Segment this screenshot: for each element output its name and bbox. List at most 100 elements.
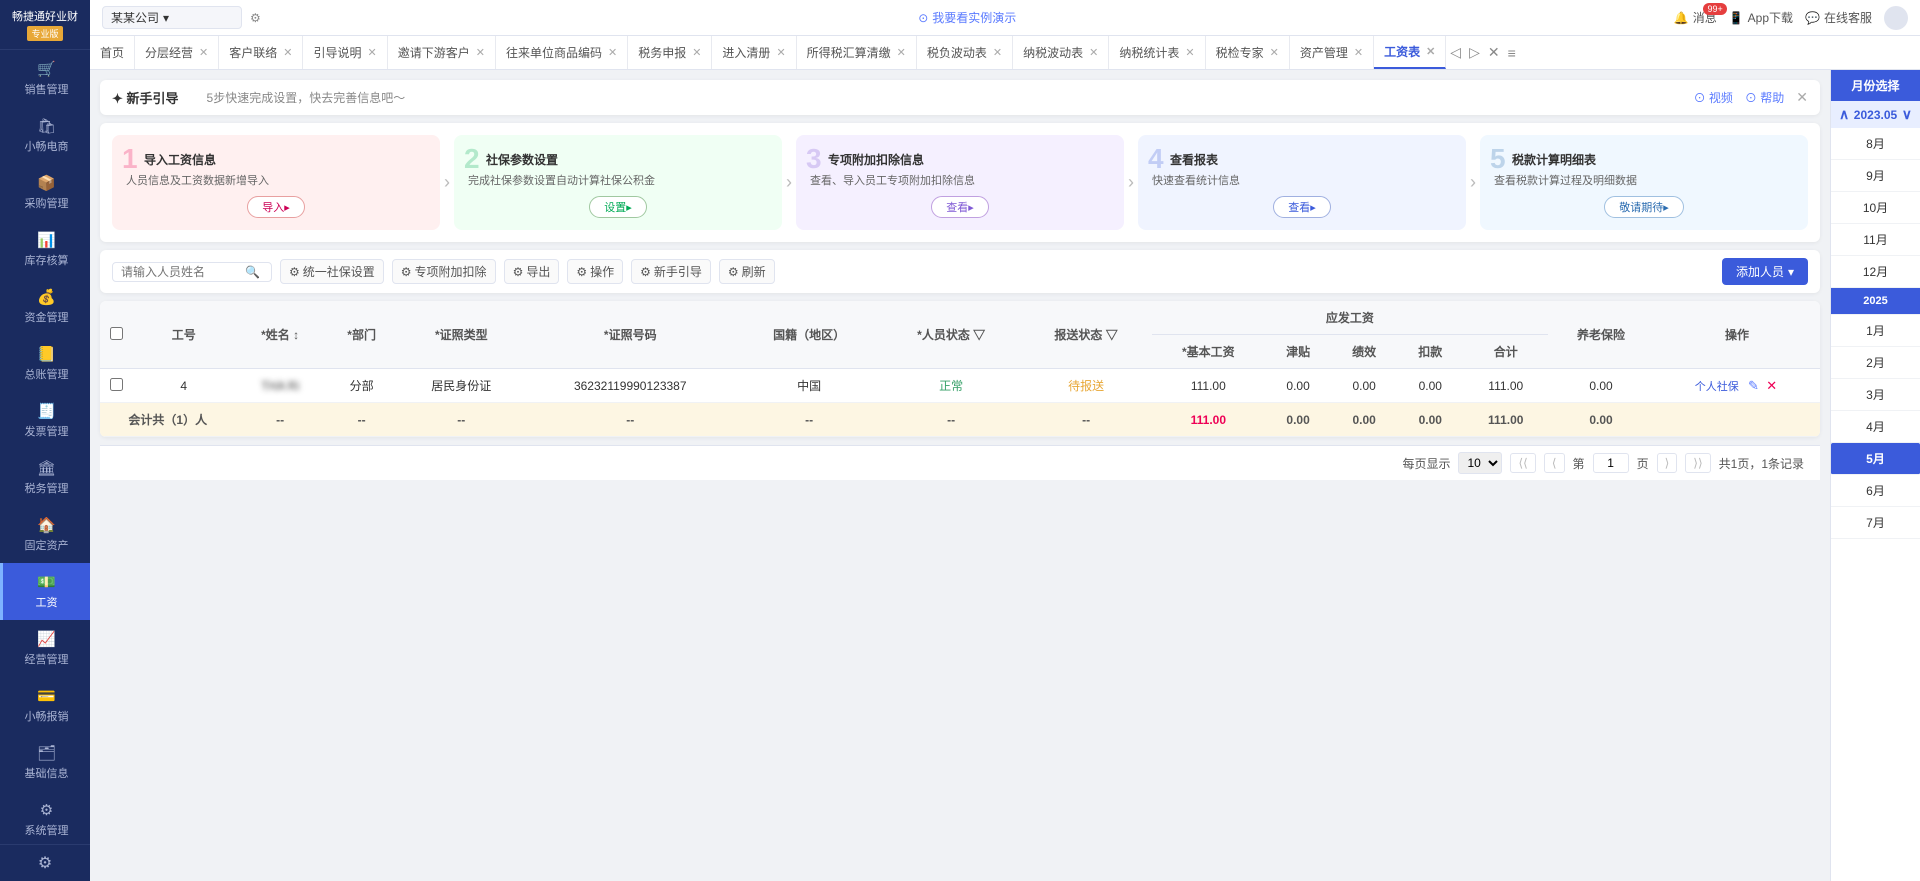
tab-10[interactable]: 纳税波动表✕: [1013, 36, 1109, 69]
demo-link[interactable]: ⊙ 我要看实例演示: [918, 9, 1016, 26]
employee-name[interactable]: THA Ri: [261, 379, 299, 393]
month-item-1月[interactable]: 1月: [1831, 315, 1920, 347]
month-item-prev-11月[interactable]: 11月: [1831, 224, 1920, 256]
sidebar-item-tax[interactable]: 🏛税务管理: [0, 449, 90, 506]
month-item-4月[interactable]: 4月: [1831, 411, 1920, 443]
tab-nav-btn-2[interactable]: ✕: [1484, 44, 1504, 61]
guide-help-link[interactable]: ⊙ 帮助: [1745, 89, 1784, 106]
sidebar-item-assets[interactable]: 🏠固定资产: [0, 506, 90, 563]
toolbar: 🔍 ⚙统一社保设置⚙专项附加扣除⚙导出⚙操作⚙新手引导⚙刷新 添加人员 ▾: [100, 250, 1820, 293]
app-download-button[interactable]: 📱 App下载: [1729, 9, 1793, 26]
sidebar-item-invoice[interactable]: 🧾发票管理: [0, 392, 90, 449]
tab-close-icon[interactable]: ✕: [368, 46, 377, 59]
month-item-6月[interactable]: 6月: [1831, 475, 1920, 507]
tab-11[interactable]: 纳税统计表✕: [1109, 36, 1205, 69]
tab-9[interactable]: 税负波动表✕: [917, 36, 1013, 69]
page-content: ✦ 新手引导 5步快速完成设置，快去完善信息吧～ ⊙ 视频 ⊙ 帮助 ✕ 1 导…: [90, 70, 1830, 881]
settings-icon-top[interactable]: ⚙: [250, 11, 261, 25]
tab-close-icon[interactable]: ✕: [1426, 45, 1435, 58]
tab-4[interactable]: 邀请下游客户✕: [388, 36, 496, 69]
sidebar-item-basic[interactable]: 🗂基础信息: [0, 734, 90, 791]
tab-5[interactable]: 往来单位商品编码✕: [496, 36, 628, 69]
month-item-5月[interactable]: 5月: [1831, 443, 1920, 475]
tab-close-icon[interactable]: ✕: [283, 46, 292, 59]
personal-insurance-link[interactable]: 个人社保: [1695, 381, 1739, 393]
step-btn-3[interactable]: 查看▸: [931, 196, 989, 218]
month-item-prev-8月[interactable]: 8月: [1831, 128, 1920, 160]
sidebar-item-salary[interactable]: 💵工资: [0, 563, 90, 620]
month-item-prev-10月[interactable]: 10月: [1831, 192, 1920, 224]
tab-1[interactable]: 分层经营✕: [135, 36, 219, 69]
month-item-prev-9月[interactable]: 9月: [1831, 160, 1920, 192]
step-btn-2[interactable]: 设置▸: [589, 196, 647, 218]
tab-close-icon[interactable]: ✕: [1089, 46, 1098, 59]
tab-0[interactable]: 首页: [90, 36, 135, 69]
settings-icon[interactable]: ⚙: [38, 853, 52, 873]
tab-close-icon[interactable]: ✕: [199, 46, 208, 59]
tab-3[interactable]: 引导说明✕: [303, 36, 387, 69]
search-input[interactable]: [121, 265, 241, 279]
online-service-button[interactable]: 💬 在线客服: [1805, 9, 1872, 26]
tab-14[interactable]: 工资表✕: [1374, 36, 1446, 69]
tab-close-icon[interactable]: ✕: [993, 46, 1002, 59]
toolbar-action-3[interactable]: ⚙操作: [567, 259, 623, 284]
first-page-button[interactable]: ⟨⟨: [1510, 453, 1535, 473]
step-btn-4[interactable]: 查看▸: [1273, 196, 1331, 218]
toolbar-action-1[interactable]: ⚙专项附加扣除: [392, 259, 496, 284]
tab-6[interactable]: 税务申报✕: [628, 36, 712, 69]
tab-close-icon[interactable]: ✕: [1270, 46, 1279, 59]
delete-icon[interactable]: ✕: [1766, 378, 1777, 393]
sidebar-item-ecommerce[interactable]: 🛍小畅电商: [0, 107, 90, 164]
tab-nav-btn-0[interactable]: ◁: [1446, 44, 1465, 61]
add-employee-button[interactable]: 添加人员 ▾: [1722, 258, 1808, 285]
month-item-2月[interactable]: 2月: [1831, 347, 1920, 379]
sidebar-item-operation[interactable]: 📈经营管理: [0, 620, 90, 677]
tab-close-icon[interactable]: ✕: [476, 46, 485, 59]
month-item-3月[interactable]: 3月: [1831, 379, 1920, 411]
sidebar-item-ledger[interactable]: 📒总账管理: [0, 335, 90, 392]
avatar[interactable]: [1884, 6, 1908, 30]
toolbar-action-2[interactable]: ⚙导出: [504, 259, 560, 284]
tab-8[interactable]: 所得税汇算清缴✕: [797, 36, 917, 69]
sidebar-item-capital[interactable]: 💰资金管理: [0, 278, 90, 335]
tab-7[interactable]: 进入清册✕: [712, 36, 796, 69]
tab-nav-btn-3[interactable]: ≡: [1504, 45, 1520, 61]
sidebar-item-sales[interactable]: 🛒销售管理: [0, 50, 90, 107]
guide-video-link[interactable]: ⊙ 视频: [1694, 89, 1733, 106]
prev-page-button[interactable]: ⟨: [1544, 453, 1565, 473]
tab-close-icon[interactable]: ✕: [608, 46, 617, 59]
tab-close-icon[interactable]: ✕: [1185, 46, 1194, 59]
last-page-button[interactable]: ⟩⟩: [1685, 453, 1710, 473]
step-btn-1[interactable]: 导入▸: [247, 196, 305, 218]
company-selector[interactable]: 某某公司 ▾: [102, 6, 242, 29]
tab-nav-btn-1[interactable]: ▷: [1465, 44, 1484, 61]
sidebar-item-system[interactable]: ⚙系统管理: [0, 791, 90, 844]
page-input[interactable]: [1593, 453, 1629, 473]
guide-close-icon[interactable]: ✕: [1796, 89, 1808, 106]
sidebar-item-inventory[interactable]: 📊库存核算: [0, 221, 90, 278]
notice-button[interactable]: 🔔 消息 99+: [1674, 9, 1717, 26]
year-up-btn[interactable]: ∧: [1835, 106, 1853, 123]
next-page-button[interactable]: ⟩: [1657, 453, 1678, 473]
month-item-prev-12月[interactable]: 12月: [1831, 256, 1920, 288]
tab-close-icon[interactable]: ✕: [776, 46, 785, 59]
sidebar-item-expense[interactable]: 💳小畅报销: [0, 677, 90, 734]
tab-close-icon[interactable]: ✕: [897, 46, 906, 59]
toolbar-action-0[interactable]: ⚙统一社保设置: [280, 259, 384, 284]
row-checkbox[interactable]: [110, 378, 123, 391]
footer-ded-total: 0.00: [1397, 403, 1463, 437]
year-down-btn[interactable]: ∨: [1898, 106, 1916, 123]
page-size-select[interactable]: 10 20 50: [1458, 452, 1502, 474]
tab-close-icon[interactable]: ✕: [1354, 46, 1363, 59]
tab-close-icon[interactable]: ✕: [692, 46, 701, 59]
edit-icon[interactable]: ✎: [1748, 378, 1759, 393]
tab-12[interactable]: 税检专家✕: [1206, 36, 1290, 69]
tab-13[interactable]: 资产管理✕: [1290, 36, 1374, 69]
sidebar-item-purchase[interactable]: 📦采购管理: [0, 164, 90, 221]
select-all-checkbox[interactable]: [110, 327, 123, 340]
tab-2[interactable]: 客户联络✕: [219, 36, 303, 69]
step-btn-5[interactable]: 敬请期待▸: [1604, 196, 1684, 218]
month-item-7月[interactable]: 7月: [1831, 507, 1920, 539]
toolbar-action-5[interactable]: ⚙刷新: [719, 259, 775, 284]
toolbar-action-4[interactable]: ⚙新手引导: [631, 259, 711, 284]
